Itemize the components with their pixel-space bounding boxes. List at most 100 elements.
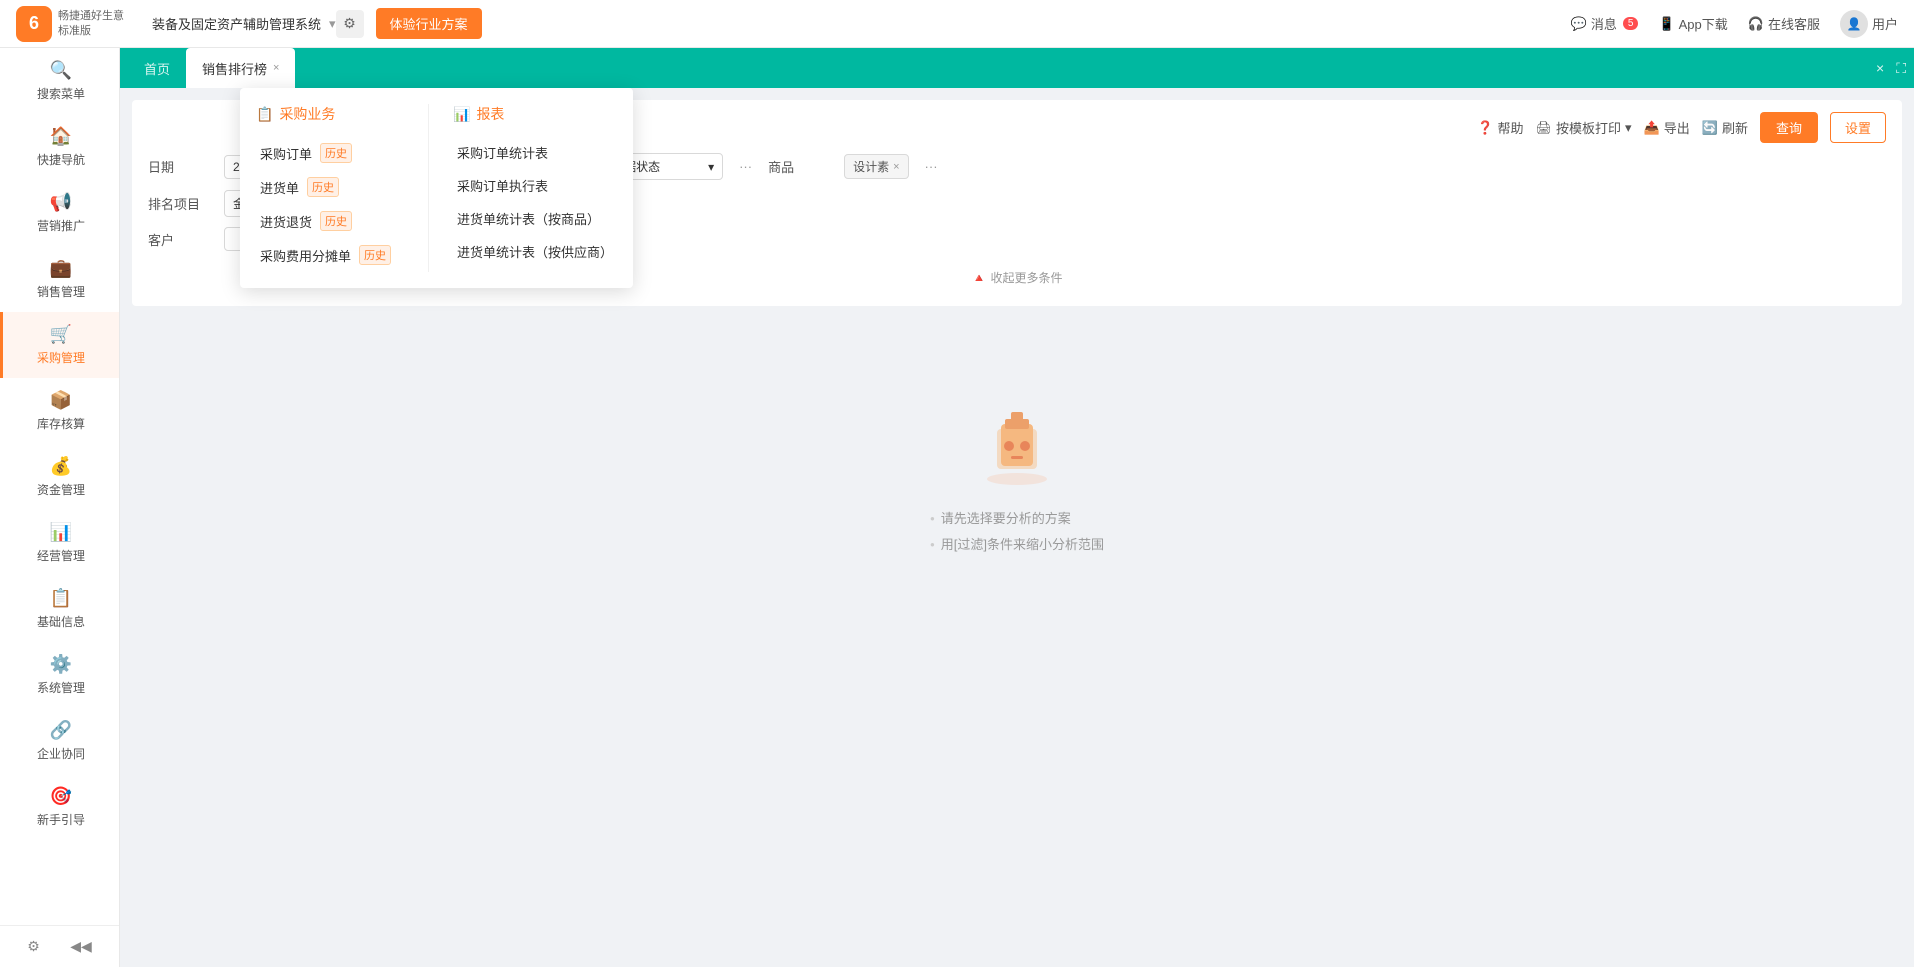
goods-label: 商品 — [768, 157, 828, 176]
sidebar-item-quick-label: 快捷导航 — [37, 151, 85, 168]
goods-dots[interactable]: ··· — [925, 159, 938, 174]
search-icon: 🔍 — [50, 60, 72, 81]
purchase-section-icon: 📋 — [256, 106, 273, 123]
settings-gear-icon[interactable]: ⚙ — [336, 10, 364, 38]
dropdown-purchase-inbound[interactable]: 进货单 历史 — [256, 170, 396, 204]
sidebar-item-basic-label: 基础信息 — [37, 613, 85, 630]
query-btn[interactable]: 查询 — [1760, 112, 1818, 143]
empty-hint-1: 请先选择要分析的方案 — [930, 506, 1104, 532]
dropdown-report-order-exec[interactable]: 采购订单执行表 — [453, 169, 617, 202]
sidebar-item-marketing[interactable]: 📢 营销推广 — [0, 180, 119, 246]
dropdown-report-order-stat[interactable]: 采购订单统计表 — [453, 136, 617, 169]
empty-hint-2: 用[过滤]条件来缩小分析范围 — [930, 532, 1104, 558]
user-btn[interactable]: 👤 用户 — [1840, 10, 1898, 38]
sidebar-item-marketing-label: 营销推广 — [37, 217, 85, 234]
settings-btn[interactable]: 设置 — [1830, 112, 1886, 143]
inventory-icon: 📦 — [50, 390, 72, 411]
export-icon: 📤 — [1644, 120, 1660, 136]
basic-icon: 📋 — [50, 588, 72, 609]
refresh-icon: 🔄 — [1702, 120, 1718, 136]
sidebar-collapse-btn[interactable]: ◀◀ — [70, 938, 92, 955]
help-btn[interactable]: ❓ 帮助 — [1477, 118, 1523, 137]
dropdown-reports-section: 📊 报表 采购订单统计表 采购订单执行表 进货单统计表（按商品） 进货单统计表（… — [428, 104, 617, 272]
help-icon: ❓ — [1477, 120, 1493, 136]
dropdown-menu: 📋 采购业务 采购订单 历史 进货单 历史 进货退货 历史 — [240, 88, 633, 288]
guide-icon: 🎯 — [50, 786, 72, 807]
print-icon: 🖨 — [1536, 120, 1553, 136]
system-icon: ⚙️ — [50, 654, 72, 675]
dropdown-report-inbound-supplier[interactable]: 进货单统计表（按供应商） — [453, 235, 617, 268]
topbar-right: 💬 消息 5 📱 App下载 🎧 在线客服 👤 用户 — [1571, 10, 1898, 38]
app-download-btn[interactable]: 📱 App下载 — [1658, 14, 1727, 33]
sidebar-item-inventory[interactable]: 📦 库存核算 — [0, 378, 119, 444]
sidebar-item-sales[interactable]: 💼 销售管理 — [0, 246, 119, 312]
tab-home-label: 首页 — [144, 59, 170, 78]
sidebar-settings-btn[interactable]: ⚙ — [27, 938, 40, 955]
tab-close-icon[interactable]: × — [273, 62, 279, 74]
sidebar-footer: ⚙ ◀◀ — [0, 925, 119, 967]
tab-bar: 首页 销售排行榜 × × ⛶ — [120, 48, 1914, 88]
sidebar: 🔍 搜索菜单 🏠 快捷导航 📢 营销推广 💼 销售管理 🛒 采购管理 📦 库存核… — [0, 48, 120, 967]
dropdown-purchase-section: 📋 采购业务 采购订单 历史 进货单 历史 进货退货 历史 — [256, 104, 396, 272]
tab-window-close-icon[interactable]: × — [1876, 60, 1884, 76]
logo-text: 畅捷通好生意 标准版 — [58, 9, 124, 38]
tab-window-expand-icon[interactable]: ⛶ — [1896, 60, 1906, 77]
logo-area: 6 畅捷通好生意 标准版 — [16, 6, 136, 42]
sidebar-item-enterprise[interactable]: 🔗 企业协同 — [0, 708, 119, 774]
tab-sales-rank[interactable]: 销售排行榜 × — [186, 48, 295, 88]
empty-hints: 请先选择要分析的方案 用[过滤]条件来缩小分析范围 — [930, 506, 1104, 558]
system-name-label: 装备及固定资产辅助管理系统 — [152, 14, 321, 33]
topbar: 6 畅捷通好生意 标准版 装备及固定资产辅助管理系统 ▾ ⚙ 体验行业方案 💬 … — [0, 0, 1914, 48]
refresh-btn[interactable]: 🔄 刷新 — [1702, 118, 1748, 137]
purchase-order-history[interactable]: 历史 — [320, 143, 352, 163]
purchase-inbound-history[interactable]: 历史 — [307, 177, 339, 197]
logo-icon: 6 — [16, 6, 52, 42]
sidebar-item-system[interactable]: ⚙️ 系统管理 — [0, 642, 119, 708]
avatar: 👤 — [1840, 10, 1868, 38]
purchase-expense-history[interactable]: 历史 — [359, 245, 391, 265]
sidebar-item-finance[interactable]: 💰 资金管理 — [0, 444, 119, 510]
finance-icon: 💰 — [50, 456, 72, 477]
sidebar-item-purchase[interactable]: 🛒 采购管理 — [0, 312, 119, 378]
sidebar-item-search[interactable]: 🔍 搜索菜单 — [0, 48, 119, 114]
goods-tag-close[interactable]: × — [893, 161, 899, 173]
system-dropdown-arrow[interactable]: ▾ — [329, 16, 336, 32]
online-service-btn[interactable]: 🎧 在线客服 — [1748, 14, 1820, 33]
goods-tag: 设计素 × — [844, 154, 908, 179]
export-btn[interactable]: 📤 导出 — [1644, 118, 1690, 137]
industry-btn[interactable]: 体验行业方案 — [376, 8, 482, 39]
sidebar-item-inventory-label: 库存核算 — [37, 415, 85, 432]
reports-section-icon: 📊 — [453, 106, 470, 123]
print-dropdown-arrow[interactable]: ▾ — [1625, 120, 1632, 136]
dropdown-report-inbound-goods[interactable]: 进货单统计表（按商品） — [453, 202, 617, 235]
dropdown-purchase-expense[interactable]: 采购费用分摊单 历史 — [256, 238, 396, 272]
empty-icon — [967, 394, 1067, 494]
order-status-dots[interactable]: ··· — [739, 159, 752, 174]
sidebar-item-guide-label: 新手引导 — [37, 811, 85, 828]
main-layout: 🔍 搜索菜单 🏠 快捷导航 📢 营销推广 💼 销售管理 🛒 采购管理 📦 库存核… — [0, 48, 1914, 967]
sidebar-item-enterprise-label: 企业协同 — [37, 745, 85, 762]
empty-state: 请先选择要分析的方案 用[过滤]条件来缩小分析范围 — [132, 314, 1902, 638]
sidebar-item-sales-label: 销售管理 — [37, 283, 85, 300]
enterprise-icon: 🔗 — [50, 720, 72, 741]
collapse-chevron: 🔺 — [972, 271, 987, 285]
sidebar-item-system-label: 系统管理 — [37, 679, 85, 696]
dropdown-purchase-return[interactable]: 进货退货 历史 — [256, 204, 396, 238]
sidebar-item-basic[interactable]: 📋 基础信息 — [0, 576, 119, 642]
headset-icon: 🎧 — [1748, 16, 1764, 32]
sidebar-item-search-label: 搜索菜单 — [37, 85, 85, 102]
sidebar-item-finance-label: 资金管理 — [37, 481, 85, 498]
tab-home[interactable]: 首页 — [128, 48, 186, 88]
message-icon: 💬 — [1571, 16, 1587, 32]
sidebar-item-quick[interactable]: 🏠 快捷导航 — [0, 114, 119, 180]
sidebar-item-operation[interactable]: 📊 经营管理 — [0, 510, 119, 576]
sidebar-item-guide[interactable]: 🎯 新手引导 — [0, 774, 119, 840]
print-btn[interactable]: 🖨 按模板打印 ▾ — [1536, 118, 1632, 137]
sales-icon: 💼 — [50, 258, 72, 279]
dropdown-purchase-order[interactable]: 采购订单 历史 — [256, 136, 396, 170]
message-badge: 5 — [1623, 17, 1639, 30]
messages-btn[interactable]: 💬 消息 5 — [1571, 14, 1639, 33]
order-status-arrow: ▾ — [708, 160, 714, 174]
purchase-return-history[interactable]: 历史 — [320, 211, 352, 231]
operation-icon: 📊 — [50, 522, 72, 543]
